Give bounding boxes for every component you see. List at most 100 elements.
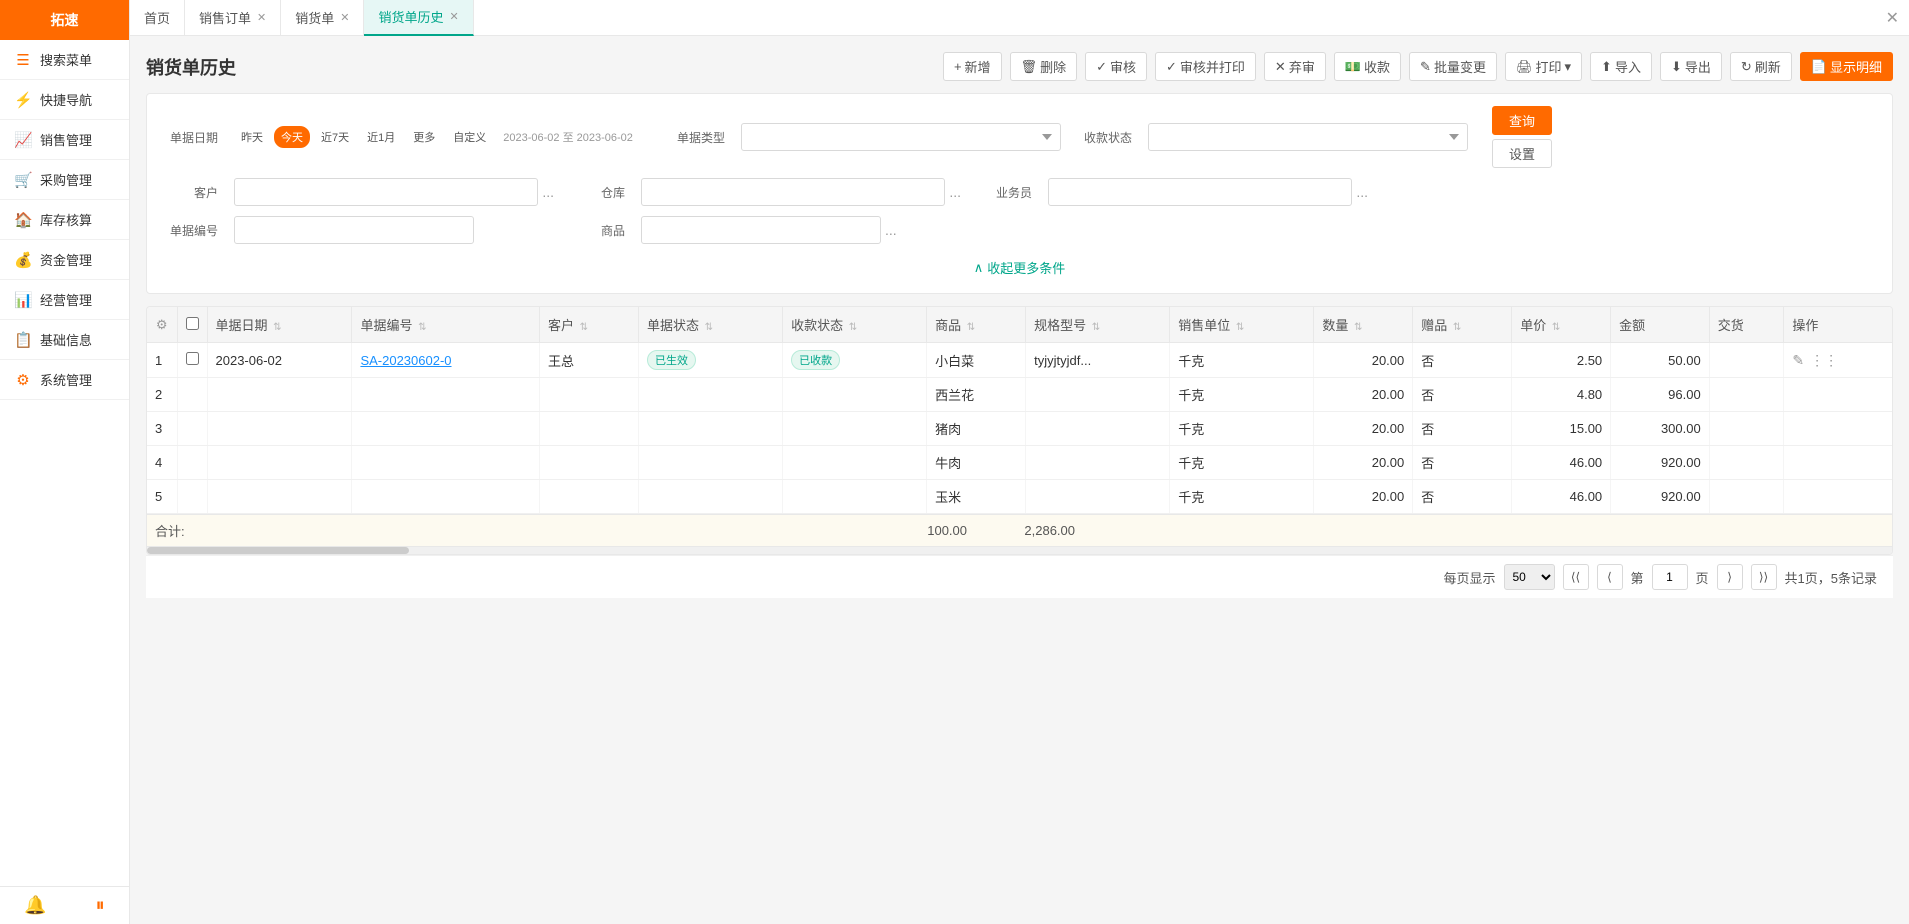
batch-change-button[interactable]: ✎ 批量变更 xyxy=(1409,52,1497,81)
abandon-button[interactable]: ✕ 弃审 xyxy=(1264,52,1326,81)
sidebar-item-sales-mgmt[interactable]: 📈 销售管理 xyxy=(0,120,129,160)
next-page-btn[interactable]: ⟩ xyxy=(1717,564,1743,590)
col-doc-date[interactable]: 单据日期 ⇅ xyxy=(207,307,352,343)
qty-cell: 20.00 xyxy=(1314,480,1413,514)
collapse-btn[interactable]: ∧ 收起更多条件 xyxy=(163,254,1876,281)
tab-sales-order[interactable]: 销售订单 ✕ xyxy=(185,0,281,36)
date-btn-7days[interactable]: 近7天 xyxy=(314,126,356,148)
import-button[interactable]: ⬆ 导入 xyxy=(1590,52,1652,81)
setting-button[interactable]: 设置 xyxy=(1492,139,1552,168)
first-page-btn[interactable]: ⟨⟨ xyxy=(1563,564,1589,590)
sidebar-item-operations[interactable]: 📊 经营管理 xyxy=(0,280,129,320)
col-qty[interactable]: 数量 ⇅ xyxy=(1314,307,1413,343)
transaction-cell xyxy=(1709,343,1784,378)
date-btn-yesterday[interactable]: 昨天 xyxy=(234,126,270,148)
col-doc-status[interactable]: 单据状态 ⇅ xyxy=(638,307,782,343)
warehouse-ellipsis[interactable]: ... xyxy=(949,184,961,200)
col-gift[interactable]: 赠品 ⇅ xyxy=(1413,307,1512,343)
tab-close-icon[interactable]: ✕ xyxy=(340,11,349,24)
sidebar-item-search-menu[interactable]: ☰ 搜索菜单 xyxy=(0,40,129,80)
doc-no-cell xyxy=(352,446,540,480)
col-unit-price[interactable]: 单价 ⇅ xyxy=(1512,307,1611,343)
audit-print-button[interactable]: ✓ 审核并打印 xyxy=(1155,52,1256,81)
payment-status-control xyxy=(1148,123,1468,151)
date-btn-more[interactable]: 更多 xyxy=(406,126,442,148)
doc-type-select[interactable] xyxy=(741,123,1061,151)
sidebar-item-finance[interactable]: 💰 资金管理 xyxy=(0,240,129,280)
payment-status-label: 收款状态 xyxy=(1077,129,1132,146)
actions-cell xyxy=(1784,412,1892,446)
customer-ellipsis[interactable]: ... xyxy=(542,184,554,200)
notification-icon[interactable]: 🔔 xyxy=(24,895,46,916)
salesperson-input[interactable] xyxy=(1048,178,1352,206)
sidebar-item-system-mgmt[interactable]: ⚙ 系统管理 xyxy=(0,360,129,400)
collect-button[interactable]: 💵 收款 xyxy=(1334,52,1401,81)
refresh-button[interactable]: ↻ 刷新 xyxy=(1730,52,1792,81)
date-btn-1month[interactable]: 近1月 xyxy=(360,126,402,148)
doc-status-badge: 已生效 xyxy=(647,350,696,370)
date-btn-today[interactable]: 今天 xyxy=(274,126,310,148)
sidebar-item-basic-info[interactable]: 📋 基础信息 xyxy=(0,320,129,360)
tab-home[interactable]: 首页 xyxy=(130,0,185,36)
salesperson-ellipsis[interactable]: ... xyxy=(1356,184,1368,200)
table-settings-col[interactable]: ⚙ xyxy=(147,307,177,343)
goods-ellipsis[interactable]: ... xyxy=(885,222,897,238)
refresh-label: 刷新 xyxy=(1755,57,1781,76)
tab-bar-close-btn[interactable]: ✕ xyxy=(1886,8,1909,28)
print-button[interactable]: 🖨 打印 ▾ xyxy=(1505,52,1582,81)
query-button[interactable]: 查询 xyxy=(1492,106,1552,135)
sidebar-item-purchase-mgmt[interactable]: 🛒 采购管理 xyxy=(0,160,129,200)
payment-status-select[interactable] xyxy=(1148,123,1468,151)
audit-button[interactable]: ✓ 审核 xyxy=(1085,52,1147,81)
pause-icon[interactable]: ⏸ xyxy=(96,895,105,916)
show-detail-button[interactable]: 📄 显示明细 xyxy=(1800,52,1893,81)
spec-cell: tyjyjtyjdf... xyxy=(1026,343,1170,378)
customer-input[interactable] xyxy=(234,178,538,206)
customer-cell: 王总 xyxy=(540,343,639,378)
actions-cell: ✎ ⋮⋮ xyxy=(1784,343,1892,378)
row-no-cell: 1 xyxy=(147,343,177,378)
sidebar-item-quick-nav[interactable]: ⚡ 快捷导航 xyxy=(0,80,129,120)
unit-price-cell: 46.00 xyxy=(1512,480,1611,514)
col-unit[interactable]: 销售单位 ⇅ xyxy=(1170,307,1314,343)
goods-cell: 猪肉 xyxy=(927,412,1026,446)
col-doc-no[interactable]: 单据编号 ⇅ xyxy=(352,307,540,343)
col-goods[interactable]: 商品 ⇅ xyxy=(927,307,1026,343)
goods-input[interactable] xyxy=(641,216,881,244)
select-all-checkbox[interactable] xyxy=(186,317,199,330)
export-button[interactable]: ⬇ 导出 xyxy=(1660,52,1722,81)
last-page-btn[interactable]: ⟩⟩ xyxy=(1751,564,1777,590)
doc-no-cell xyxy=(352,378,540,412)
row-checkbox[interactable] xyxy=(186,352,199,365)
gift-cell: 否 xyxy=(1413,343,1512,378)
date-btn-custom[interactable]: 自定义 xyxy=(446,126,493,148)
col-spec[interactable]: 规格型号 ⇅ xyxy=(1026,307,1170,343)
page-label2: 页 xyxy=(1696,568,1709,587)
doc-no-link[interactable]: SA-20230602-0 xyxy=(360,353,451,368)
edit-icon[interactable]: ✎ xyxy=(1792,352,1804,369)
more-icon[interactable]: ⋮⋮ xyxy=(1810,352,1838,369)
sidebar-item-inventory[interactable]: 🏠 库存核算 xyxy=(0,200,129,240)
warehouse-input[interactable] xyxy=(641,178,945,206)
tab-sales-history[interactable]: 销货单历史 ✕ xyxy=(364,0,473,36)
qty-cell: 20.00 xyxy=(1314,446,1413,480)
content-area: 销货单历史 + 新增 🗑 删除 ✓ 审核 ✓ 审核并打印 xyxy=(130,36,1909,924)
col-customer[interactable]: 客户 ⇅ xyxy=(540,307,639,343)
tab-home-label: 首页 xyxy=(144,8,170,27)
sidebar-item-label: 系统管理 xyxy=(40,370,92,389)
spec-cell xyxy=(1026,378,1170,412)
delete-button[interactable]: 🗑 删除 xyxy=(1010,52,1078,81)
page-size-select[interactable]: 50 10 20 100 xyxy=(1504,564,1555,590)
tab-sales-delivery[interactable]: 销货单 ✕ xyxy=(281,0,364,36)
goods-control: ... xyxy=(641,216,961,244)
tab-close-icon[interactable]: ✕ xyxy=(257,11,266,24)
horizontal-scrollbar[interactable] xyxy=(147,546,1892,554)
doc-no-input[interactable] xyxy=(234,216,474,244)
tab-close-icon[interactable]: ✕ xyxy=(450,10,459,23)
page-number-input[interactable] xyxy=(1652,564,1688,590)
col-payment-status[interactable]: 收款状态 ⇅ xyxy=(783,307,927,343)
add-button[interactable]: + 新增 xyxy=(943,52,1002,81)
payment-status-cell: 已收款 xyxy=(783,343,927,378)
prev-page-btn[interactable]: ⟨ xyxy=(1597,564,1623,590)
unit-price-cell: 2.50 xyxy=(1512,343,1611,378)
